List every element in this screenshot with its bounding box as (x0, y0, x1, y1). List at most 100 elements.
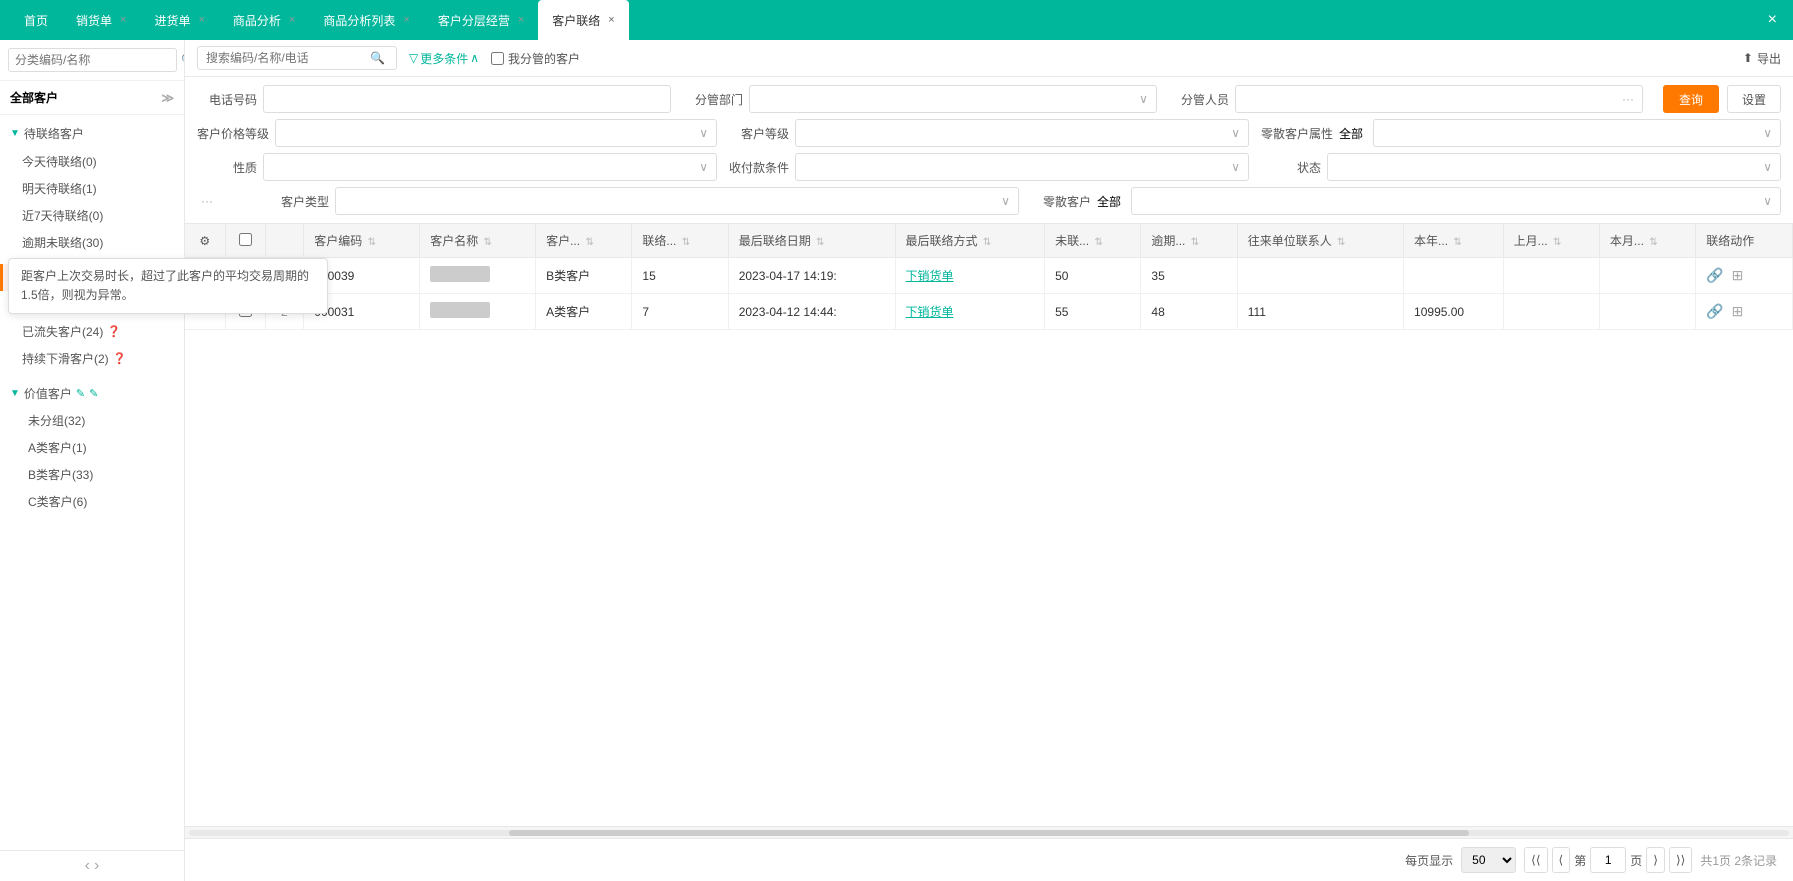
close-tab-purchase-order[interactable]: × (198, 14, 204, 26)
next-page-btn[interactable]: ⟩ (1646, 847, 1665, 873)
nature-select[interactable]: ∨ (263, 153, 717, 181)
row2-category: A类客户 (536, 294, 632, 330)
value-customers-title[interactable]: ▼ 价值客户 ✎ ✎ (0, 380, 184, 407)
my-customers-check[interactable] (491, 52, 504, 65)
filter-search-input[interactable] (206, 51, 366, 65)
sidebar-prev-btn[interactable]: ‹ (85, 857, 90, 875)
row1-name (420, 258, 536, 294)
field-payment-terms: 收付款条件 ∨ (729, 153, 1249, 181)
status-select[interactable]: ∨ (1327, 153, 1781, 181)
sidebar-item-churned[interactable]: 已流失客户(24) ❓ (0, 318, 184, 345)
close-all-tabs[interactable]: × (1768, 11, 1777, 29)
tab-sales-order[interactable]: 销货单 × (62, 0, 140, 40)
scattered-attr-select[interactable]: ∨ (1373, 119, 1781, 147)
close-tab-customer-segmentation[interactable]: × (518, 14, 524, 26)
row1-link-icon[interactable]: 🔗 (1706, 267, 1723, 284)
sidebar-search-input[interactable] (8, 48, 177, 72)
tab-product-analysis[interactable]: 商品分析 × (219, 0, 309, 40)
row2-link-icon[interactable]: 🔗 (1706, 303, 1723, 320)
close-tab-sales-order[interactable]: × (120, 14, 126, 26)
scattered-customer-select[interactable]: ∨ (1131, 187, 1781, 215)
row2-contacts: 111 (1237, 294, 1403, 330)
col-contact[interactable]: 联络... ⇅ (632, 224, 728, 258)
first-page-btn[interactable]: ⟨⟨ (1524, 847, 1547, 873)
filter-search-icon[interactable]: 🔍 (370, 51, 385, 65)
page-number-input[interactable] (1590, 847, 1626, 873)
col-name[interactable]: 客户名称 ⇅ (420, 224, 536, 258)
close-tab-customer-contact[interactable]: × (608, 14, 614, 26)
per-page-select[interactable]: 50 20 100 (1461, 847, 1516, 873)
sidebar-next-btn[interactable]: › (94, 857, 99, 875)
row2-uncontacted: 55 (1045, 294, 1141, 330)
settings-btn[interactable]: 设置 (1727, 85, 1781, 113)
manager-select[interactable]: ··· (1235, 85, 1643, 113)
customer-level-label: 客户等级 (729, 125, 789, 142)
horizontal-scrollbar[interactable] (185, 826, 1793, 838)
payment-terms-label: 收付款条件 (729, 159, 789, 176)
col-checkbox[interactable] (225, 224, 265, 258)
per-page-label: 每页显示 (1405, 852, 1453, 869)
scattered-customer-label: 零散客户 (1031, 193, 1091, 210)
sidebar-collapse-icon[interactable]: ≫ (161, 91, 174, 105)
payment-terms-select[interactable]: ∨ (795, 153, 1249, 181)
tab-customer-contact[interactable]: 客户联络 × (538, 0, 628, 40)
phone-input[interactable] (263, 85, 671, 113)
sidebar-item-b-class[interactable]: B类客户(33) (0, 461, 184, 488)
col-uncontacted[interactable]: 未联... ⇅ (1045, 224, 1141, 258)
sidebar-nav-bottom: ‹ › (0, 850, 184, 881)
query-btn[interactable]: 查询 (1663, 85, 1719, 113)
table-row: 1 000039 B类客户 15 2023-04-17 14:19: 下销货单 … (185, 258, 1793, 294)
row1-last-contact-method[interactable]: 下销货单 (895, 258, 1045, 294)
tab-product-analysis-list[interactable]: 商品分析列表 × (309, 0, 423, 40)
col-last-contact-date[interactable]: 最后联络日期 ⇅ (728, 224, 895, 258)
select-all-checkbox[interactable] (239, 233, 252, 246)
sidebar-item-declining[interactable]: 持续下滑客户(2) ❓ (0, 345, 184, 372)
col-last-month[interactable]: 上月... ⇅ (1503, 224, 1599, 258)
field-scattered-attr: 零散客户属性 全部 ∨ (1261, 119, 1781, 147)
row2-last-contact-method[interactable]: 下销货单 (895, 294, 1045, 330)
sidebar: 🔍 全部客户 ≫ ▼ 待联络客户 今天待联络(0) 明天待联络(1) 近7天待联… (0, 40, 185, 881)
sidebar-item-7days[interactable]: 近7天待联络(0) (0, 202, 184, 229)
col-this-month[interactable]: 本月... ⇅ (1599, 224, 1695, 258)
sidebar-item-tomorrow[interactable]: 明天待联络(1) (0, 175, 184, 202)
more-conditions-btn[interactable]: ▽ 更多条件 ∧ (409, 50, 479, 67)
adv-filter-row-3: 性质 ∨ 收付款条件 ∨ 状态 (197, 153, 1781, 181)
tab-home[interactable]: 首页 (10, 0, 62, 40)
sidebar-item-ungrouped[interactable]: 未分组(32) (0, 407, 184, 434)
value-customers-edit-icon[interactable]: ✎ (76, 387, 85, 400)
sidebar-item-overdue[interactable]: 逾期未联络(30) (0, 229, 184, 256)
row1-grid-icon[interactable]: ⊞ (1732, 267, 1744, 284)
more-dots-icon[interactable]: ··· (197, 194, 217, 208)
row2-contact: 7 (632, 294, 728, 330)
sidebar-item-c-class[interactable]: C类客户(6) (0, 488, 184, 515)
close-tab-product-analysis-list[interactable]: × (403, 14, 409, 26)
price-level-select[interactable]: ∨ (275, 119, 717, 147)
row2-grid-icon[interactable]: ⊞ (1732, 303, 1744, 320)
row1-method-link[interactable]: 下销货单 (906, 269, 954, 283)
col-overdue[interactable]: 逾期... ⇅ (1141, 224, 1237, 258)
customer-level-select[interactable]: ∨ (795, 119, 1249, 147)
customer-type-select[interactable]: ∨ (335, 187, 1019, 215)
sidebar-item-a-class[interactable]: A类客户(1) (0, 434, 184, 461)
row2-method-link[interactable]: 下销货单 (906, 305, 954, 319)
dept-select[interactable]: ∨ (749, 85, 1157, 113)
prev-page-btn[interactable]: ⟨ (1552, 847, 1571, 873)
row1-uncontacted: 50 (1045, 258, 1141, 294)
table-row: 2 000031 A类客户 7 2023-04-12 14:44: 下销货单 5… (185, 294, 1793, 330)
export-btn[interactable]: ⬆ 导出 (1743, 50, 1781, 67)
tab-purchase-order[interactable]: 进货单 × (140, 0, 218, 40)
col-code[interactable]: 客户编码 ⇅ (304, 224, 420, 258)
col-settings[interactable]: ⚙ (185, 224, 225, 258)
col-this-year[interactable]: 本年... ⇅ (1404, 224, 1504, 258)
row1-this-year (1404, 258, 1504, 294)
sidebar-item-today[interactable]: 今天待联络(0) (0, 148, 184, 175)
pending-contact-title[interactable]: ▼ 待联络客户 (0, 119, 184, 148)
tab-customer-segmentation[interactable]: 客户分层经营 × (424, 0, 538, 40)
col-category[interactable]: 客户... ⇅ (536, 224, 632, 258)
col-contacts[interactable]: 往来单位联系人 ⇅ (1237, 224, 1403, 258)
last-page-btn[interactable]: ⟩⟩ (1669, 847, 1692, 873)
my-customers-checkbox[interactable]: 我分管的客户 (491, 50, 580, 67)
topbar: 首页 销货单 × 进货单 × 商品分析 × 商品分析列表 × 客户分层经营 × … (0, 0, 1793, 40)
close-tab-product-analysis[interactable]: × (289, 14, 295, 26)
col-last-contact-method[interactable]: 最后联络方式 ⇅ (895, 224, 1045, 258)
